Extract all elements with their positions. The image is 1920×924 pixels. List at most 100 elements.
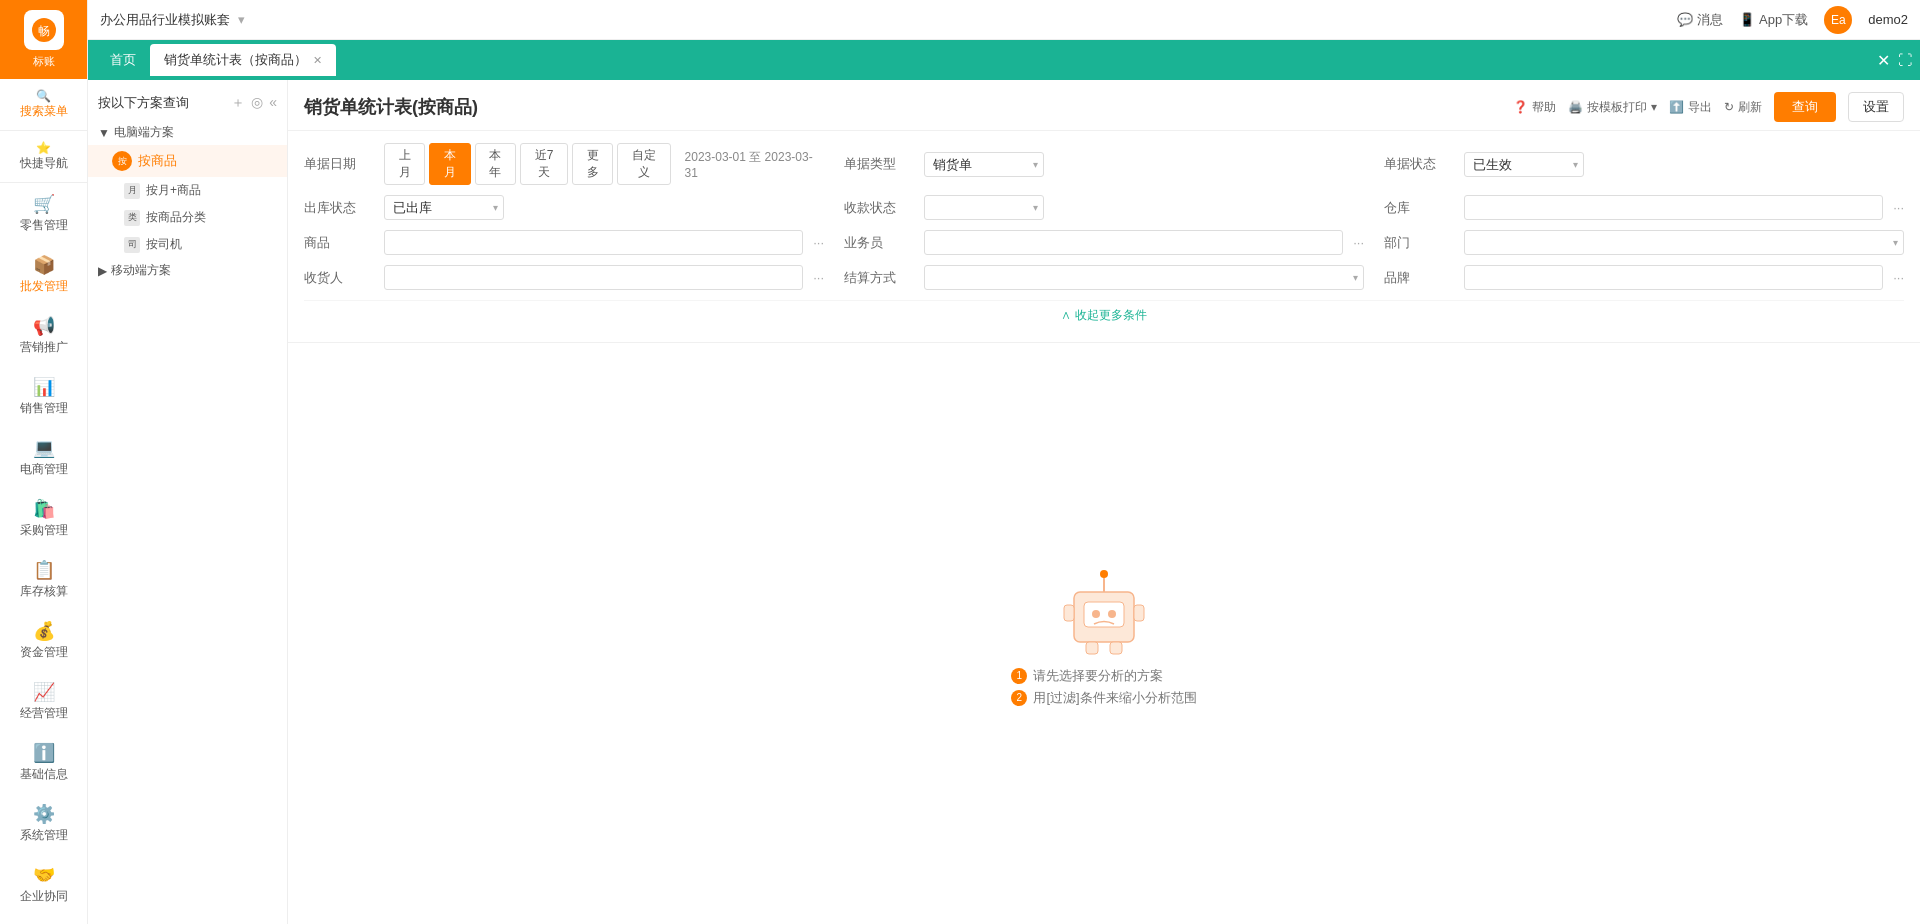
tree-group-pc[interactable]: ▼ 电脑端方案 [88,120,287,145]
sidebar-item-sales[interactable]: 📊 销售管理 [0,366,87,427]
sidebar-item-finance[interactable]: 💰 资金管理 [0,610,87,671]
receipt-status-select[interactable] [924,195,1044,220]
salesman-input[interactable] [924,230,1343,255]
settings-button[interactable]: 设置 [1848,92,1904,122]
avatar[interactable]: Ea [1824,6,1852,34]
sidebar-item-marketing[interactable]: 📢 营销推广 [0,305,87,366]
date-btn-custom[interactable]: 自定义 [617,143,670,185]
sidebar-ops-label: 经营管理 [20,705,68,722]
date-btn-this-month[interactable]: 本月 [429,143,470,185]
tree-item-by-category[interactable]: 类 按商品分类 [88,204,287,231]
filter-area: 单据日期 上月 本月 本年 近7天 更多 自定义 2023-03-01 至 20… [288,131,1920,343]
tab-home[interactable]: 首页 [96,44,150,76]
star-icon: ⭐ [36,141,51,155]
query-button[interactable]: 查询 [1774,92,1836,122]
sidebar-item-guide[interactable]: 🎓 新手引导 [0,915,87,924]
empty-tip-2: 2 用[过滤]条件来缩小分析范围 [1011,689,1196,707]
collapse-panel-icon[interactable]: « [269,94,277,112]
base-icon: ℹ️ [33,742,55,764]
receiver-input[interactable] [384,265,803,290]
salesman-control: ··· [924,230,1364,255]
tree-item-by-month-goods[interactable]: 月 按月+商品 [88,177,287,204]
sidebar-item-retail[interactable]: 🛒 零售管理 [0,183,87,244]
svg-rect-6 [1064,605,1074,621]
template-print-btn[interactable]: 🖨️ 按模板打印 ▾ [1568,99,1657,116]
scheme-settings-icon[interactable]: ◎ [251,94,263,112]
purchase-icon: 🛍️ [33,498,55,520]
date-btn-last-month[interactable]: 上月 [384,143,425,185]
receiver-more-icon[interactable]: ··· [813,270,824,285]
goods-control: ··· [384,230,824,255]
settle-control: ▾ [924,265,1364,290]
goods-label: 商品 [304,234,384,252]
industry-dropdown-icon[interactable]: ▾ [238,12,245,27]
warehouse-input[interactable] [1464,195,1883,220]
refresh-btn[interactable]: ↻ 刷新 [1724,99,1762,116]
tree-item-category-label: 按商品分类 [146,209,206,226]
svg-rect-3 [1084,602,1124,627]
date-btn-last7[interactable]: 近7天 [520,143,568,185]
empty-illustration [1044,557,1164,657]
dept-label: 部门 [1384,234,1464,252]
doc-status-select[interactable]: 已生效 [1464,152,1584,177]
topbar-left: 办公用品行业模拟账套 ▾ [100,11,245,29]
tab-close-icon[interactable]: ✕ [313,54,322,67]
window-minimize-icon[interactable]: ✕ [1877,51,1890,70]
sidebar-item-ecom[interactable]: 💻 电商管理 [0,427,87,488]
message-btn[interactable]: 💬 消息 [1677,11,1723,29]
sidebar-item-corp[interactable]: 🤝 企业协同 [0,854,87,915]
doc-type-select[interactable]: 销货单 [924,152,1044,177]
date-btn-more[interactable]: 更多 [572,143,613,185]
salesman-label: 业务员 [844,234,924,252]
stock-out-control: 已出库 ▾ [384,195,824,220]
ecom-icon: 💻 [33,437,55,459]
svg-rect-10 [1086,642,1098,654]
svg-text:畅: 畅 [38,24,50,38]
sidebar: 畅 标账 🔍 搜索菜单 ⭐ 快捷导航 🛒 零售管理 📦 批发管理 📢 营销推广 … [0,0,88,924]
app-download-btn[interactable]: 📱 App下载 [1739,11,1808,29]
marketing-icon: 📢 [33,315,55,337]
window-maximize-icon[interactable]: ⛶ [1898,52,1912,68]
sidebar-item-search[interactable]: 🔍 搜索菜单 [0,79,87,131]
tree-group-mobile[interactable]: ▶ 移动端方案 [88,258,287,283]
dept-select[interactable] [1464,230,1904,255]
tip-num-2: 2 [1011,690,1027,706]
sidebar-item-base[interactable]: ℹ️ 基础信息 [0,732,87,793]
tree-item-by-driver[interactable]: 司 按司机 [88,231,287,258]
tree-item-by-goods-label: 按商品 [138,152,177,170]
sidebar-finance-label: 资金管理 [20,644,68,661]
export-btn[interactable]: ⬆️ 导出 [1669,99,1712,116]
date-buttons: 上月 本月 本年 近7天 更多 自定义 [384,143,671,185]
brand-input[interactable] [1464,265,1883,290]
warehouse-more-icon[interactable]: ··· [1893,200,1904,215]
date-btn-this-year[interactable]: 本年 [475,143,516,185]
collapse-bar[interactable]: ∧ 收起更多条件 [304,300,1904,330]
topbar-right: 💬 消息 📱 App下载 Ea demo2 [1677,6,1908,34]
sidebar-quick-label: 快捷导航 [20,155,68,172]
goods-input[interactable] [384,230,803,255]
settle-select[interactable] [924,265,1364,290]
tab-active[interactable]: 销货单统计表（按商品） ✕ [150,44,336,76]
sidebar-item-stock[interactable]: 📋 库存核算 [0,549,87,610]
help-btn[interactable]: ❓ 帮助 [1513,99,1556,116]
sidebar-item-ops[interactable]: 📈 经营管理 [0,671,87,732]
svg-rect-11 [1110,642,1122,654]
print-dropdown-icon: ▾ [1651,100,1657,114]
sidebar-item-wholesale[interactable]: 📦 批发管理 [0,244,87,305]
sidebar-item-system[interactable]: ⚙️ 系统管理 [0,793,87,854]
goods-more-icon[interactable]: ··· [813,235,824,250]
page-actions: ❓ 帮助 🖨️ 按模板打印 ▾ ⬆️ 导出 ↻ 刷新 [1513,92,1904,122]
tree-item-by-goods[interactable]: 按 按商品 [88,145,287,177]
doc-status-control: 已生效 ▾ [1464,152,1904,177]
salesman-more-icon[interactable]: ··· [1353,235,1364,250]
driver-icon: 司 [124,237,140,253]
stock-out-select[interactable]: 已出库 [384,195,504,220]
settle-select-wrapper: ▾ [924,265,1364,290]
sidebar-item-quick[interactable]: ⭐ 快捷导航 [0,131,87,183]
add-scheme-icon[interactable]: ＋ [231,94,245,112]
avatar-initials: Ea [1831,13,1846,27]
sidebar-ecom-label: 电商管理 [20,461,68,478]
wholesale-icon: 📦 [33,254,55,276]
sidebar-item-purchase[interactable]: 🛍️ 采购管理 [0,488,87,549]
brand-more-icon[interactable]: ··· [1893,270,1904,285]
